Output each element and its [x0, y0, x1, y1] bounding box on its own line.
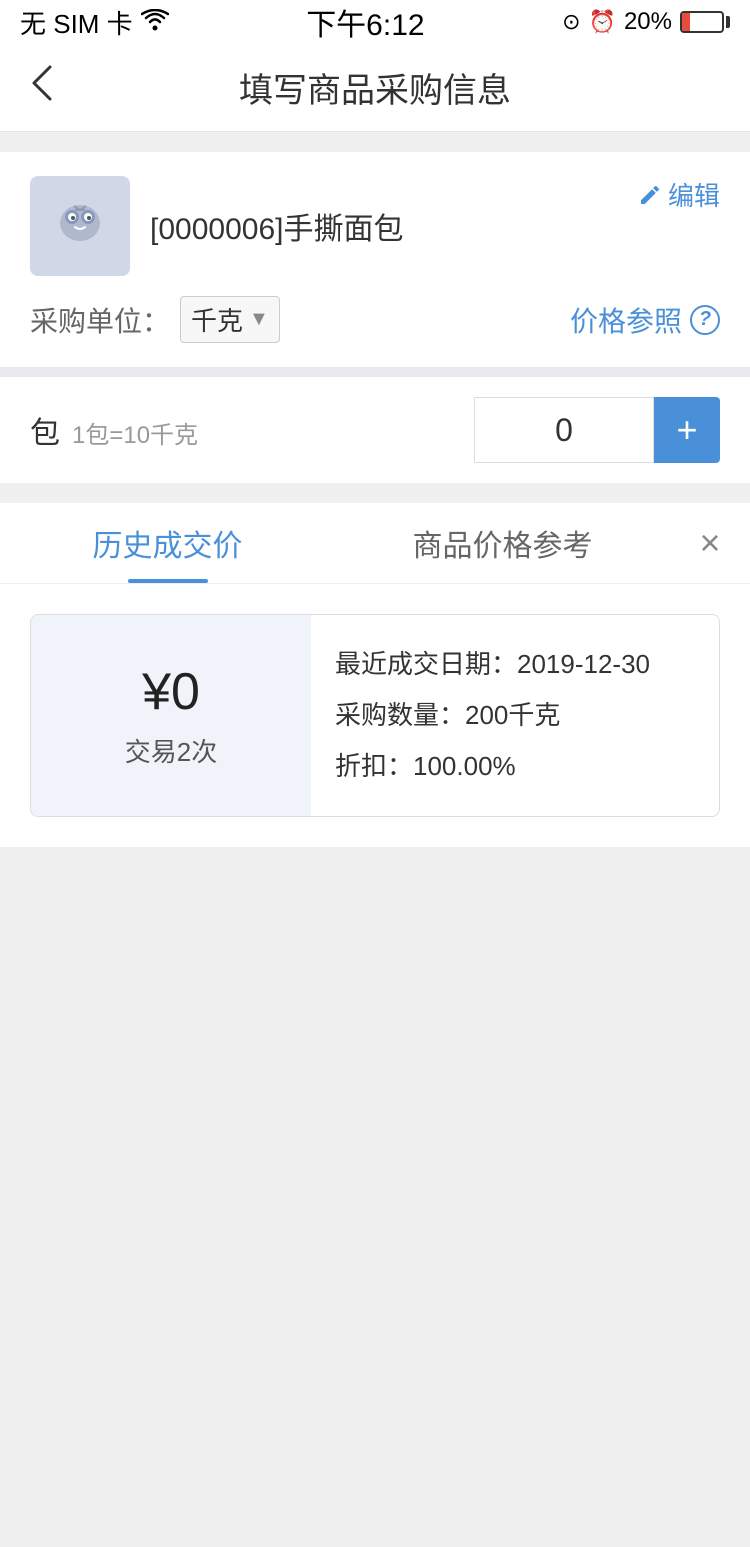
recent-date-row: 最近成交日期：2019-12-30	[335, 645, 695, 684]
location-icon: ⊙	[562, 9, 580, 35]
status-bar: 无 SIM 卡 下午6:12 ⊙ ⏰ 20%	[0, 0, 750, 44]
nav-bar: 填写商品采购信息	[0, 44, 750, 132]
recent-date-value: 2019-12-30	[517, 649, 650, 679]
unit-label: 采购单位：	[30, 300, 170, 340]
tab-active-indicator	[128, 579, 208, 583]
discount-row: 折扣：100.00%	[335, 747, 695, 786]
status-time: 下午6:12	[306, 0, 424, 44]
purchase-qty-row: 采购数量：200千克	[335, 696, 695, 735]
section-divider	[0, 367, 750, 377]
carrier-text: 无 SIM 卡	[20, 4, 133, 41]
tab-price-ref-label: 商品价格参考	[413, 521, 593, 565]
recent-date-label: 最近成交日期：	[335, 649, 517, 679]
price-ref-button[interactable]: 价格参照 ?	[570, 300, 720, 340]
price-card: ¥0 交易2次 最近成交日期：2019-12-30 采购数量：200千克 折扣：…	[30, 614, 720, 817]
product-card: [0000006]手撕面包 编辑 采购单位： 千克 ▼ 价格参照 ?	[0, 152, 750, 367]
unit-value: 千克	[191, 301, 243, 338]
quantity-input[interactable]: 0	[474, 397, 654, 463]
product-header: [0000006]手撕面包 编辑	[30, 176, 720, 276]
product-image	[30, 176, 130, 276]
status-right: ⊙ ⏰ 20%	[562, 8, 730, 36]
tabs-header: 历史成交价 商品价格参考 ×	[0, 503, 750, 584]
back-button[interactable]	[20, 53, 64, 122]
discount-label: 折扣：	[335, 751, 413, 781]
edit-button[interactable]: 编辑	[638, 176, 720, 213]
price-card-right: 最近成交日期：2019-12-30 采购数量：200千克 折扣：100.00%	[311, 615, 719, 816]
discount-value: 100.00%	[413, 751, 516, 781]
alarm-icon: ⏰	[589, 9, 616, 35]
info-icon: ?	[690, 305, 720, 335]
product-info: [0000006]手撕面包	[150, 204, 403, 248]
quantity-left: 包 1包=10千克	[30, 408, 198, 452]
tab-price-ref[interactable]: 商品价格参考	[335, 503, 670, 583]
tab-content-history: ¥0 交易2次 最近成交日期：2019-12-30 采购数量：200千克 折扣：…	[0, 584, 750, 847]
product-logo-icon	[50, 191, 110, 261]
price-amount: ¥0	[142, 662, 200, 722]
dropdown-arrow-icon: ▼	[249, 308, 269, 331]
trade-count: 交易2次	[125, 732, 217, 769]
qty-hint: 1包=10千克	[72, 415, 198, 450]
quantity-row: 包 1包=10千克 0 +	[0, 377, 750, 483]
price-ref-label: 价格参照	[570, 300, 682, 340]
battery-icon	[680, 11, 730, 33]
tabs-container: 历史成交价 商品价格参考 × ¥0 交易2次 最近成交日期：2019-12-30…	[0, 503, 750, 847]
battery-percentage: 20%	[624, 8, 672, 36]
product-unit-row: 采购单位： 千克 ▼ 价格参照 ?	[30, 296, 720, 343]
tab-history-price[interactable]: 历史成交价	[0, 503, 335, 583]
purchase-qty-label: 采购数量：	[335, 700, 465, 730]
tabs-close-button[interactable]: ×	[670, 503, 750, 583]
unit-select[interactable]: 千克 ▼	[180, 296, 280, 343]
main-background	[0, 847, 750, 1547]
product-name: [0000006]手撕面包	[150, 204, 403, 248]
product-left: [0000006]手撕面包	[30, 176, 403, 276]
tab-history-price-label: 历史成交价	[93, 521, 243, 565]
quantity-right: 0 +	[474, 397, 720, 463]
qty-unit: 包	[30, 408, 60, 452]
page-title: 填写商品采购信息	[239, 63, 511, 112]
wifi-icon	[141, 7, 169, 38]
purchase-qty-value: 200千克	[465, 700, 560, 730]
price-card-left: ¥0 交易2次	[31, 615, 311, 816]
unit-selector-group: 采购单位： 千克 ▼	[30, 296, 280, 343]
quantity-plus-button[interactable]: +	[654, 397, 720, 463]
status-left: 无 SIM 卡	[20, 4, 169, 41]
